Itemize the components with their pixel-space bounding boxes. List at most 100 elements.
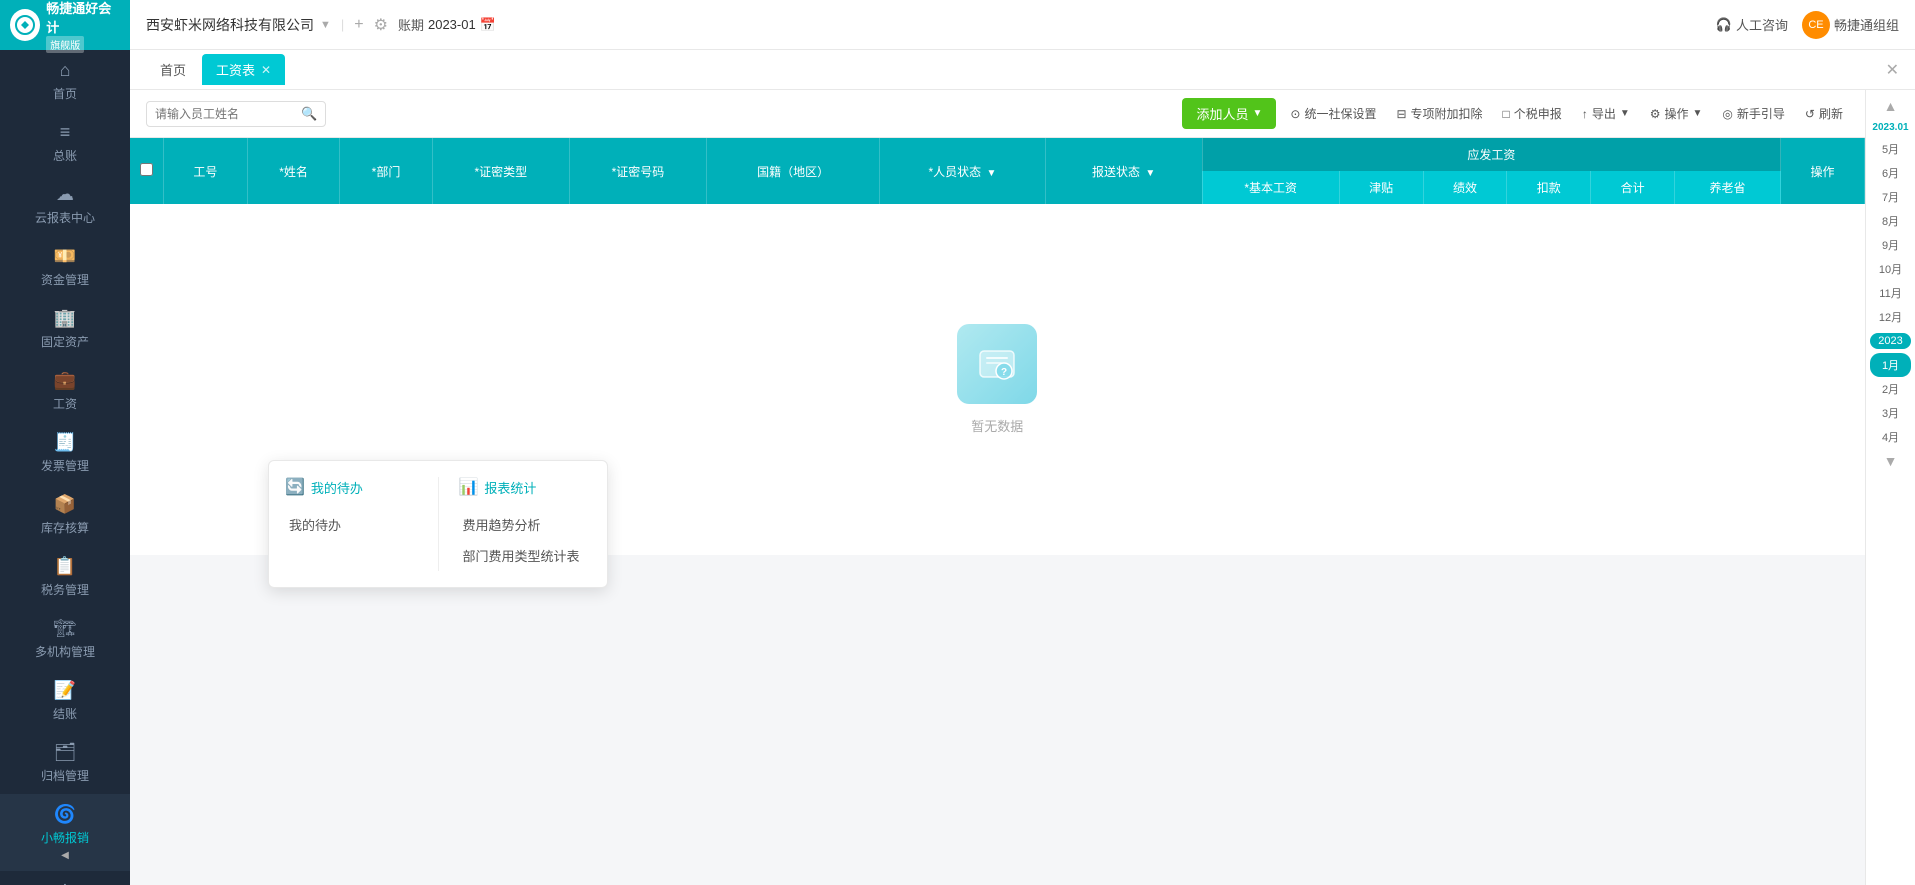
inventory-icon: 📦 — [54, 494, 76, 515]
period-value: 2023-01 — [428, 17, 476, 32]
reports-icon: 📊 — [459, 477, 479, 497]
app-logo[interactable]: 畅捷通好会计 旗舰版 — [0, 0, 130, 50]
tab-close-all[interactable]: ✕ — [1886, 60, 1899, 80]
sidebar-item-settlement[interactable]: 📝 结账 — [0, 670, 130, 732]
company-selector[interactable]: 西安虾米网络科技有限公司 ▼ — [146, 15, 331, 35]
refresh-btn[interactable]: ↺ 刷新 — [1799, 101, 1849, 126]
sidebar-item-tax[interactable]: 📋 税务管理 — [0, 546, 130, 608]
col-bonus: 绩效 — [1423, 171, 1507, 204]
tax-report-btn[interactable]: □ 个税申报 — [1497, 101, 1568, 126]
user-menu[interactable]: CE 畅捷通组组 — [1802, 11, 1899, 39]
sidebar-item-basic[interactable]: ⚙ 基础设置 — [0, 871, 130, 885]
popup-item-mywork[interactable]: 我的待办 — [285, 509, 418, 540]
sidebar-item-cloud-report[interactable]: ☁ 云报表中心 — [0, 174, 130, 236]
search-box[interactable]: 🔍 — [146, 101, 326, 127]
operations-dropdown-icon: ▼ — [1693, 108, 1703, 119]
sidebar-item-fund[interactable]: 💴 资金管理 — [0, 236, 130, 298]
tab-salary[interactable]: 工资表 ✕ — [202, 54, 285, 85]
support-btn[interactable]: 🎧 人工咨询 — [1716, 15, 1788, 34]
timeline-month-2[interactable]: 2月 — [1866, 377, 1915, 401]
popup-item-dept-cost[interactable]: 部门费用类型统计表 — [459, 540, 592, 571]
tab-home[interactable]: 首页 — [146, 54, 200, 85]
toolbar-right: 添加人员 ▼ ⊙ 统一社保设置 ⊟ 专项附加扣除 □ 个税申报 — [1182, 98, 1849, 129]
status-filter-icon[interactable]: ▼ — [987, 168, 997, 179]
search-input[interactable] — [155, 107, 295, 121]
svg-text:?: ? — [1001, 367, 1007, 378]
calendar-icon: 📅 — [480, 17, 496, 33]
sidebar-item-home[interactable]: ⌂ 首页 — [0, 50, 130, 112]
add-person-button[interactable]: 添加人员 ▼ — [1182, 98, 1276, 129]
timeline-month-10[interactable]: 10月 — [1866, 257, 1915, 281]
export-dropdown-icon: ▼ — [1620, 108, 1630, 119]
export-icon: ↑ — [1582, 107, 1588, 121]
timeline-month-4[interactable]: 4月 — [1866, 425, 1915, 449]
timeline-month-12[interactable]: 12月 — [1866, 305, 1915, 329]
col-id-number: *证密号码 — [569, 138, 706, 204]
period-selector[interactable]: 账期 2023-01 📅 — [398, 15, 496, 34]
select-all-checkbox[interactable] — [140, 163, 153, 176]
xiaochang-icon: 🌀 — [54, 804, 76, 825]
multi-org-icon: 🏗 — [54, 618, 77, 639]
timeline-up-btn[interactable]: ▲ — [1880, 94, 1902, 118]
select-all-header[interactable] — [130, 138, 164, 204]
report-filter-icon[interactable]: ▼ — [1145, 168, 1155, 179]
company-name: 西安虾米网络科技有限公司 — [146, 15, 314, 35]
timeline-month-5[interactable]: 5月 — [1866, 137, 1915, 161]
timeline-month-1[interactable]: 1月 — [1870, 353, 1911, 377]
timeline-month-7[interactable]: 7月 — [1866, 185, 1915, 209]
timeline-month-9[interactable]: 9月 — [1866, 233, 1915, 257]
col-report-status: 报送状态 ▼ — [1045, 138, 1202, 204]
col-pension: 养老省 — [1674, 171, 1780, 204]
settlement-icon: 📝 — [54, 680, 76, 701]
col-status: *人员状态 ▼ — [880, 138, 1046, 204]
add-period-icon[interactable]: + — [354, 16, 363, 34]
topbar-right: 🎧 人工咨询 CE 畅捷通组组 — [1716, 11, 1899, 39]
popup-col-mywork: 🔄 我的待办 我的待办 — [285, 477, 418, 571]
timeline-month-6[interactable]: 6月 — [1866, 161, 1915, 185]
logo-text: 畅捷通好会计 旗舰版 — [46, 0, 120, 53]
popup-col1-title: 🔄 我的待办 — [285, 477, 418, 497]
ledger-icon: ≡ — [60, 122, 71, 143]
col-total: 合计 — [1591, 171, 1675, 204]
sidebar-item-archive[interactable]: 🗂 归档管理 — [0, 732, 130, 794]
timeline-down-btn[interactable]: ▼ — [1880, 449, 1902, 473]
col-operations: 操作 — [1781, 138, 1865, 204]
sidebar-item-salary[interactable]: 💼 工资 — [0, 360, 130, 422]
timeline-month-8[interactable]: 8月 — [1866, 209, 1915, 233]
export-btn[interactable]: ↑ 导出 ▼ — [1576, 101, 1636, 126]
sidebar-item-multi-org[interactable]: 🏗 多机构管理 — [0, 608, 130, 670]
tax-icon: □ — [1503, 107, 1510, 121]
guide-btn[interactable]: ◎ 新手引导 — [1716, 101, 1791, 126]
empty-text: 暂无数据 — [971, 416, 1023, 435]
main-content: 西安虾米网络科技有限公司 ▼ | + ⚙ 账期 2023-01 📅 🎧 人工咨询… — [130, 0, 1915, 885]
mywork-icon: 🔄 — [285, 477, 305, 497]
tab-bar: 首页 工资表 ✕ ✕ — [130, 50, 1915, 90]
search-icon: 🔍 — [301, 106, 317, 122]
xiaochang-popup: 🔄 我的待办 我的待办 📊 报表统计 费用趋势分析 部门费用类型统计表 — [268, 460, 608, 588]
special-deduct-btn[interactable]: ⊟ 专项附加扣除 — [1390, 101, 1488, 126]
col-subsidy: 津贴 — [1339, 171, 1423, 204]
topbar: 西安虾米网络科技有限公司 ▼ | + ⚙ 账期 2023-01 📅 🎧 人工咨询… — [130, 0, 1915, 50]
sidebar-item-fixed-assets[interactable]: 🏢 固定资产 — [0, 298, 130, 360]
sidebar-item-ledger[interactable]: ≡ 总账 — [0, 112, 130, 174]
settings-icon[interactable]: ⚙ — [374, 15, 388, 35]
sidebar: 畅捷通好会计 旗舰版 ⌂ 首页 ≡ 总账 ☁ 云报表中心 💴 资金管理 🏢 固定… — [0, 0, 130, 885]
tax-icon: 📋 — [54, 556, 76, 577]
col-country: 国籍（地区） — [707, 138, 880, 204]
timeline-year-2023[interactable]: 2023 — [1870, 333, 1910, 349]
operations-btn[interactable]: ⚙ 操作 ▼ — [1644, 101, 1709, 126]
col-id-type: *证密类型 — [432, 138, 569, 204]
add-dropdown-icon: ▼ — [1252, 108, 1262, 119]
sidebar-item-xiaochang[interactable]: 🌀 小畅报销 ◀ — [0, 794, 130, 871]
sidebar-nav: ⌂ 首页 ≡ 总账 ☁ 云报表中心 💴 资金管理 🏢 固定资产 💼 工资 🧾 发… — [0, 50, 130, 885]
company-dropdown-icon: ▼ — [320, 19, 331, 31]
tab-close-salary[interactable]: ✕ — [261, 63, 271, 77]
social-insurance-btn[interactable]: ⊙ 统一社保设置 — [1284, 101, 1382, 126]
col-deduct: 扣款 — [1507, 171, 1591, 204]
sidebar-item-inventory[interactable]: 📦 库存核算 — [0, 484, 130, 546]
popup-item-cost-trend[interactable]: 费用趋势分析 — [459, 509, 592, 540]
sidebar-item-invoice[interactable]: 🧾 发票管理 — [0, 422, 130, 484]
popup-columns: 🔄 我的待办 我的待办 📊 报表统计 费用趋势分析 部门费用类型统计表 — [285, 477, 591, 571]
timeline-month-3[interactable]: 3月 — [1866, 401, 1915, 425]
timeline-month-11[interactable]: 11月 — [1866, 281, 1915, 305]
